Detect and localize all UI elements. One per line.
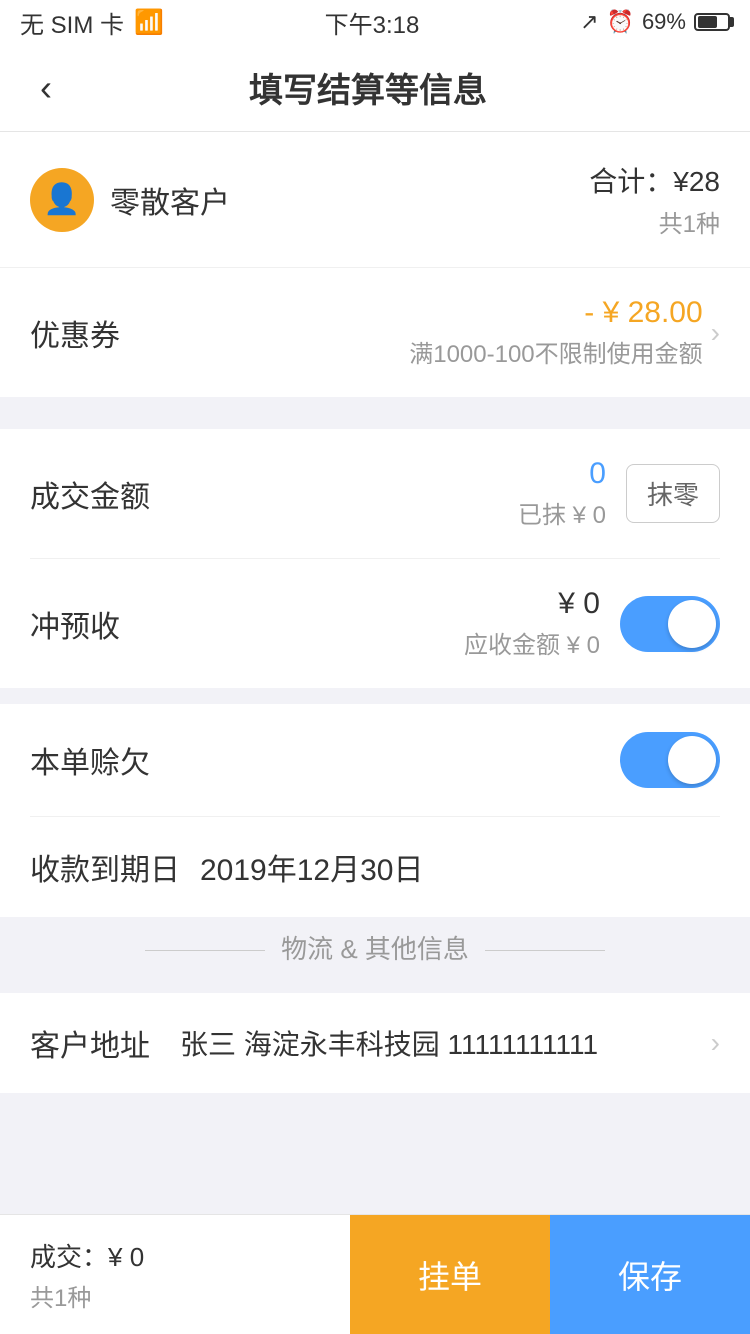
section-divider-1: [0, 413, 750, 429]
location-icon: ↗: [580, 9, 598, 35]
section-divider-2: [0, 688, 750, 704]
bottom-bar: 成交：¥ 0 共1种 挂单 保存: [0, 1214, 750, 1334]
bottom-left: 成交：¥ 0 共1种: [0, 1237, 350, 1313]
address-row[interactable]: 客户地址 张三 海淀永丰科技园 11111111111 ›: [0, 993, 750, 1093]
coupon-desc: 满1000-100不限制使用金额: [409, 334, 702, 369]
bottom-count: 共1种: [30, 1278, 320, 1313]
debt-toggle[interactable]: [620, 732, 720, 788]
coupon-label: 优惠券: [30, 311, 120, 355]
debt-toggle-knob: [668, 736, 716, 784]
prepaid-value-group: ¥ 0 应收金额 ¥ 0: [464, 587, 600, 660]
address-section: 客户地址 张三 海淀永丰科技园 11111111111 ›: [0, 993, 750, 1093]
amount-value: 0: [518, 457, 606, 491]
prepaid-row: 冲预收 ¥ 0 应收金额 ¥ 0: [30, 559, 720, 688]
logistics-divider: 物流 & 其他信息: [0, 917, 750, 977]
logistics-text: 物流 & 其他信息: [129, 929, 621, 966]
customer-left: 👤 零散客户: [30, 168, 230, 232]
bottom-transaction-value: ¥ 0: [108, 1242, 144, 1272]
amount-label: 成交金额: [30, 472, 150, 516]
pending-button[interactable]: 挂单: [350, 1215, 550, 1334]
debt-row: 本单赊欠: [30, 704, 720, 817]
address-value: 张三 海淀永丰科技园 11111111111: [180, 1023, 711, 1063]
battery-percent: 69%: [642, 9, 686, 35]
battery-icon: [694, 13, 730, 31]
status-left: 无 SIM 卡 📶: [20, 5, 164, 40]
prepaid-value: ¥ 0: [464, 587, 600, 621]
amount-row: 成交金额 0 已抹 ¥ 0 抹零: [30, 429, 720, 559]
amount-section: 成交金额 0 已抹 ¥ 0 抹零 冲预收 ¥ 0 应收金额 ¥ 0: [0, 429, 750, 688]
carrier-text: 无 SIM 卡: [20, 5, 124, 40]
coupon-discount: - ¥ 28.00: [409, 296, 702, 330]
due-date-label: 收款到期日: [30, 845, 180, 889]
page-title: 填写结算等信息: [72, 63, 664, 112]
round-zero-button[interactable]: 抹零: [626, 464, 720, 523]
alarm-icon: ⏰: [607, 9, 634, 35]
customer-section: 👤 零散客户 合计：¥28 共1种 优惠券 - ¥ 28.00 满1000-10…: [0, 132, 750, 397]
status-right: ↗ ⏰ 69%: [580, 9, 730, 35]
debt-label: 本单赊欠: [30, 738, 150, 782]
debt-section: 本单赊欠 收款到期日 2019年12月30日: [0, 704, 750, 917]
avatar-icon: 👤: [43, 182, 80, 217]
customer-name: 零散客户: [110, 178, 230, 222]
prepaid-toggle[interactable]: [620, 596, 720, 652]
wifi-icon: 📶: [134, 8, 164, 37]
amount-value-group: 0 已抹 ¥ 0: [518, 457, 606, 530]
due-date-row: 收款到期日 2019年12月30日: [30, 817, 720, 917]
amount-right: 0 已抹 ¥ 0 抹零: [518, 457, 720, 530]
customer-avatar: 👤: [30, 168, 94, 232]
toggle-knob: [668, 600, 716, 648]
due-date-value: 2019年12月30日: [200, 845, 423, 889]
status-time: 下午3:18: [325, 5, 420, 40]
customer-count: 共1种: [589, 204, 720, 239]
customer-right: 合计：¥28 共1种: [589, 160, 720, 239]
prepaid-right: ¥ 0 应收金额 ¥ 0: [464, 587, 720, 660]
save-button[interactable]: 保存: [550, 1215, 750, 1334]
bottom-transaction-label: 成交：: [30, 1242, 108, 1272]
status-bar: 无 SIM 卡 📶 下午3:18 ↗ ⏰ 69%: [0, 0, 750, 44]
chevron-right-icon: ›: [711, 317, 720, 349]
content: 👤 零散客户 合计：¥28 共1种 优惠券 - ¥ 28.00 满1000-10…: [0, 132, 750, 1233]
bottom-transaction: 成交：¥ 0: [30, 1237, 320, 1274]
nav-bar: ‹ 填写结算等信息: [0, 44, 750, 132]
coupon-row[interactable]: 优惠券 - ¥ 28.00 满1000-100不限制使用金额 ›: [0, 267, 750, 397]
customer-row: 👤 零散客户 合计：¥28 共1种: [0, 132, 750, 267]
address-label: 客户地址: [30, 1021, 150, 1065]
prepaid-label: 冲预收: [30, 602, 120, 646]
prepaid-sub: 应收金额 ¥ 0: [464, 625, 600, 660]
coupon-right: - ¥ 28.00 满1000-100不限制使用金额 ›: [409, 296, 720, 369]
back-button[interactable]: ‹: [30, 57, 62, 119]
coupon-info: - ¥ 28.00 满1000-100不限制使用金额: [409, 296, 702, 369]
customer-total: 合计：¥28: [589, 160, 720, 200]
address-chevron-icon: ›: [711, 1027, 720, 1059]
amount-sub: 已抹 ¥ 0: [518, 495, 606, 530]
